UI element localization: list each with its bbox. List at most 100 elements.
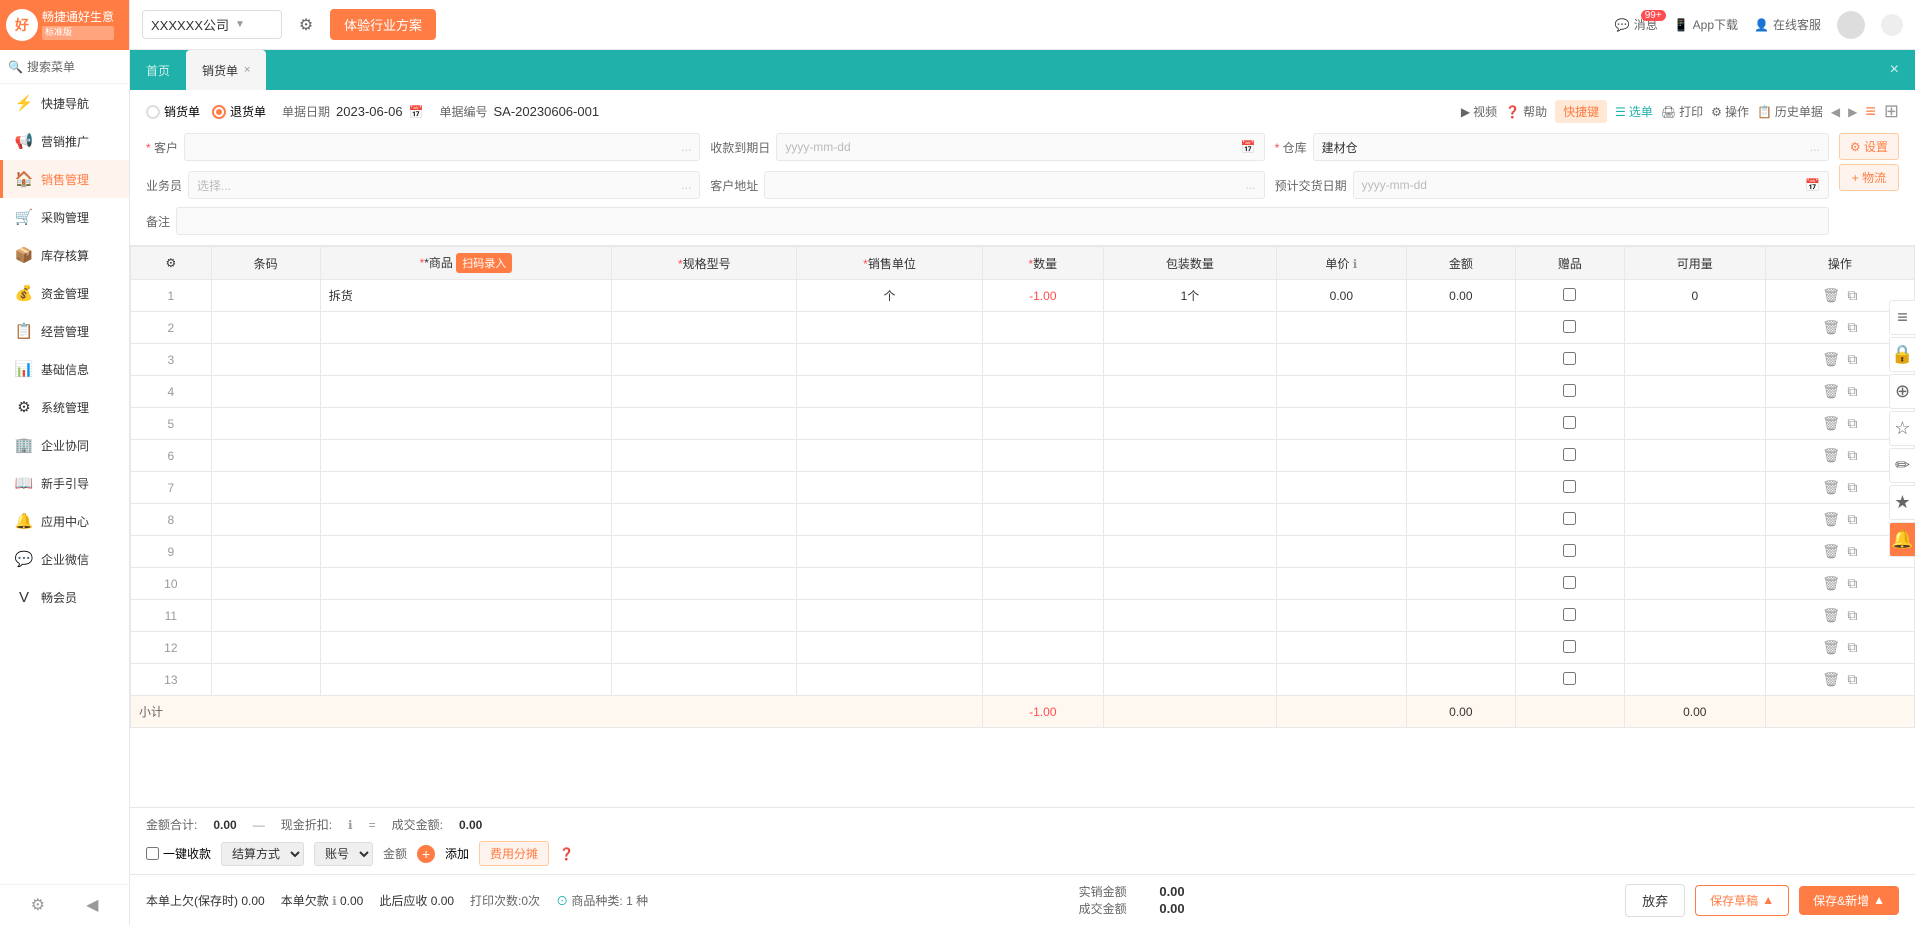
cell-unit-price[interactable] <box>1276 344 1406 376</box>
cell-spec[interactable] <box>612 440 797 472</box>
tab-close-icon[interactable]: × <box>244 64 250 76</box>
cell-qty[interactable] <box>982 472 1103 504</box>
cell-unit[interactable] <box>797 376 982 408</box>
online-service-action[interactable]: 👤 在线客服 <box>1754 16 1821 33</box>
sidebar-item-finance[interactable]: 💰 资金管理 <box>0 274 129 312</box>
cell-unit[interactable] <box>797 536 982 568</box>
cell-unit[interactable] <box>797 568 982 600</box>
cell-unit-price[interactable] <box>1276 504 1406 536</box>
cell-amount[interactable] <box>1406 472 1515 504</box>
cell-pkg-qty[interactable]: 1个 <box>1104 280 1277 312</box>
print-btn[interactable]: 🖨 打印 <box>1661 103 1703 120</box>
copy-row-btn[interactable]: ⧉ <box>1847 511 1857 527</box>
cell-goods[interactable] <box>320 472 612 504</box>
side-btn-6[interactable]: ★ <box>1889 485 1915 520</box>
collapse-footer-btn[interactable]: ◀ <box>86 895 98 915</box>
cell-gift[interactable] <box>1515 472 1624 504</box>
salesperson-input[interactable]: 选择... ... <box>188 171 700 199</box>
payment-calendar-icon[interactable]: 📅 <box>1241 140 1256 154</box>
cell-gift[interactable] <box>1515 536 1624 568</box>
video-btn[interactable]: ▶ 视频 <box>1461 103 1497 120</box>
cell-unit-price[interactable] <box>1276 568 1406 600</box>
delete-row-btn[interactable]: 🗑 <box>1822 575 1840 591</box>
delete-row-btn[interactable]: 🗑 <box>1822 447 1840 463</box>
cell-pkg-qty[interactable] <box>1104 408 1277 440</box>
cell-pkg-qty[interactable] <box>1104 504 1277 536</box>
cell-unit[interactable] <box>797 408 982 440</box>
save-new-chevron[interactable]: ▲ <box>1873 893 1885 907</box>
cell-spec[interactable] <box>612 344 797 376</box>
cell-unit-price[interactable] <box>1276 312 1406 344</box>
cell-barcode[interactable] <box>211 504 320 536</box>
cell-unit-price[interactable] <box>1276 376 1406 408</box>
cell-gift[interactable] <box>1515 408 1624 440</box>
sidebar-item-marketing[interactable]: 📢 营销推广 <box>0 122 129 160</box>
delivery-date-input[interactable]: yyyy-mm-dd 📅 <box>1353 171 1829 199</box>
cell-amount[interactable] <box>1406 376 1515 408</box>
side-btn-3[interactable]: ⊕ <box>1889 374 1915 409</box>
cell-gift[interactable] <box>1515 664 1624 696</box>
cell-barcode[interactable] <box>211 536 320 568</box>
side-btn-1[interactable]: ≡ <box>1889 300 1915 335</box>
cell-unit-price[interactable] <box>1276 472 1406 504</box>
shortcut-btn[interactable]: 快捷键 <box>1555 100 1607 123</box>
sidebar-item-sales[interactable]: 🏠 销售管理 <box>0 160 129 198</box>
add-payment-btn[interactable]: + <box>417 845 435 863</box>
sidebar-item-member[interactable]: V 畅会员 <box>0 578 129 616</box>
header-settings-btn[interactable]: ⚙ <box>292 11 320 39</box>
delete-row-btn[interactable]: 🗑 <box>1822 543 1840 559</box>
delete-row-btn[interactable]: 🗑 <box>1822 351 1840 367</box>
message-action[interactable]: 💬 消息 99+ <box>1615 16 1658 33</box>
delete-row-btn[interactable]: 🗑 <box>1822 639 1840 655</box>
cell-unit-price[interactable]: 0.00 <box>1276 280 1406 312</box>
cell-spec[interactable] <box>612 632 797 664</box>
cell-unit[interactable] <box>797 632 982 664</box>
cell-unit[interactable] <box>797 312 982 344</box>
cell-goods[interactable] <box>320 600 612 632</box>
save-new-button[interactable]: 保存&新增 ▲ <box>1799 886 1899 915</box>
side-btn-5[interactable]: ✏ <box>1889 448 1915 483</box>
copy-row-btn[interactable]: ⧉ <box>1847 415 1857 431</box>
customer-input[interactable]: ... <box>184 133 700 161</box>
cell-amount[interactable] <box>1406 504 1515 536</box>
cell-amount[interactable] <box>1406 600 1515 632</box>
delivery-calendar-icon[interactable]: 📅 <box>1805 178 1820 192</box>
cell-goods[interactable] <box>320 312 612 344</box>
user-avatar[interactable] <box>1837 11 1865 39</box>
cell-unit[interactable] <box>797 344 982 376</box>
calendar-icon[interactable]: 📅 <box>409 105 424 119</box>
cell-goods[interactable]: 拆货 <box>320 280 612 312</box>
warehouse-input[interactable]: 建材仓 ... <box>1313 133 1829 161</box>
cell-barcode[interactable] <box>211 344 320 376</box>
cell-barcode[interactable] <box>211 600 320 632</box>
logistics-top-btn[interactable]: + 物流 <box>1839 164 1899 191</box>
cell-goods[interactable] <box>320 408 612 440</box>
cell-goods[interactable] <box>320 536 612 568</box>
cell-barcode[interactable] <box>211 664 320 696</box>
sidebar-item-inventory[interactable]: 📦 库存核算 <box>0 236 129 274</box>
sidebar-item-system[interactable]: ⚙ 系统管理 <box>0 388 129 426</box>
cell-gift[interactable] <box>1515 312 1624 344</box>
cell-barcode[interactable] <box>211 472 320 504</box>
cell-barcode[interactable] <box>211 440 320 472</box>
cell-barcode[interactable] <box>211 568 320 600</box>
gear-icon[interactable]: ⚙ <box>165 256 176 270</box>
cell-qty[interactable] <box>982 664 1103 696</box>
cell-barcode[interactable] <box>211 312 320 344</box>
cell-unit[interactable] <box>797 440 982 472</box>
cell-gift[interactable] <box>1515 376 1624 408</box>
payment-date-input[interactable]: yyyy-mm-dd 📅 <box>776 133 1264 161</box>
copy-row-btn[interactable]: ⧉ <box>1847 575 1857 591</box>
delete-row-btn[interactable]: 🗑 <box>1822 415 1840 431</box>
cell-unit[interactable] <box>797 600 982 632</box>
cell-gift[interactable] <box>1515 344 1624 376</box>
cell-amount[interactable] <box>1406 632 1515 664</box>
history-btn[interactable]: 📋 历史单据 <box>1757 103 1823 120</box>
cell-qty[interactable] <box>982 632 1103 664</box>
cell-goods[interactable] <box>320 504 612 536</box>
expense-split-btn[interactable]: 费用分摊 <box>479 841 549 866</box>
settings-footer-btn[interactable]: ⚙ <box>31 895 45 915</box>
cell-pkg-qty[interactable] <box>1104 312 1277 344</box>
side-btn-2[interactable]: 🔒 <box>1889 337 1915 372</box>
cell-pkg-qty[interactable] <box>1104 344 1277 376</box>
